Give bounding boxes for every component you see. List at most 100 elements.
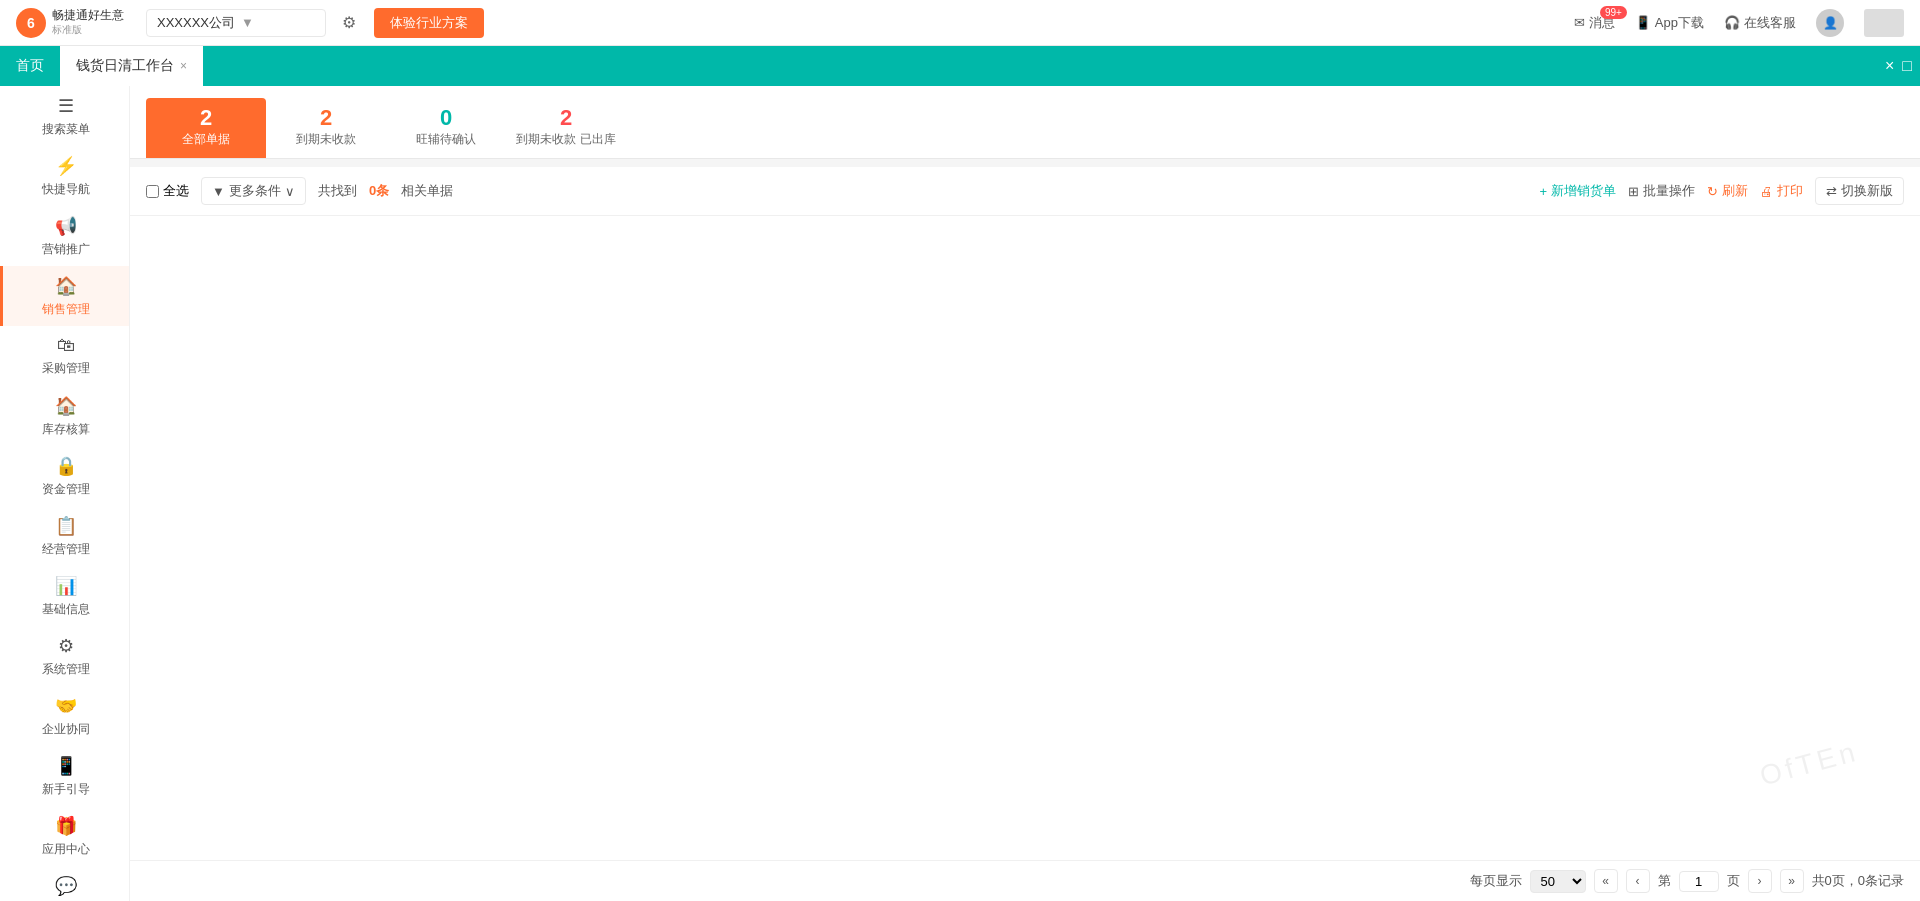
wechat-icon: 💬 [55,875,77,897]
app-center-icon: 🎁 [55,815,77,837]
new-sale-label: 新增销货单 [1551,182,1616,200]
sidebar-label-guide: 新手引导 [42,781,90,798]
quick-nav-icon: ⚡ [55,155,77,177]
maximize-icon[interactable]: □ [1902,57,1912,75]
sidebar-item-wechat[interactable]: 💬 企业微信 [0,866,129,901]
sidebar-label-sales: 销售管理 [42,301,90,318]
stat-tab-pending[interactable]: 0 旺辅待确认 [386,98,506,158]
sidebar-label-app-center: 应用中心 [42,841,90,858]
print-button[interactable]: 🖨 打印 [1760,182,1803,200]
select-all-input[interactable] [146,185,159,198]
logo-sub: 标准版 [52,23,124,37]
sidebar-item-quick-nav[interactable]: ⚡ 快捷导航 [0,146,129,206]
company-name: XXXXXX公司 [157,14,235,32]
sidebar-item-operations[interactable]: 📋 经营管理 [0,506,129,566]
sales-icon: 🏠 [55,275,77,297]
sidebar-item-marketing[interactable]: 📢 营销推广 [0,206,129,266]
select-all-checkbox[interactable]: 全选 [146,182,189,200]
first-page-button[interactable]: « [1594,869,1618,893]
found-suffix: 相关单据 [401,182,453,200]
batch-label: 批量操作 [1643,182,1695,200]
sidebar-label-inventory: 库存核算 [42,421,90,438]
page-input[interactable] [1679,871,1719,892]
filter-arrow-icon: ∨ [285,184,295,199]
search-menu-icon: ☰ [58,95,74,117]
marketing-icon: 📢 [55,215,77,237]
company-selector[interactable]: XXXXXX公司 ▼ [146,9,326,37]
top-right-area: ✉ 消息 99+ 📱 App下载 🎧 在线客服 👤 [1574,9,1904,37]
messages-button[interactable]: ✉ 消息 99+ [1574,14,1615,32]
sidebar-item-app-center[interactable]: 🎁 应用中心 [0,806,129,866]
close-tab-icon[interactable]: × [180,59,187,73]
filter-button[interactable]: ▼ 更多条件 ∨ [201,177,306,205]
print-icon: 🖨 [1760,184,1773,199]
tab-label: 钱货日清工作台 [76,57,174,75]
top-bar: 6 畅捷通好生意 标准版 XXXXXX公司 ▼ ⚙ 体验行业方案 ✉ 消息 99… [0,0,1920,46]
app-download-button[interactable]: 📱 App下载 [1635,14,1704,32]
stat-number-pending: 0 [440,105,452,131]
prev-page-button[interactable]: ‹ [1626,869,1650,893]
found-count: 0条 [369,182,389,200]
download-icon: 📱 [1635,15,1651,30]
first-page-icon: « [1602,874,1609,888]
tab-home[interactable]: 首页 [0,46,60,86]
switch-version-button[interactable]: ⇄ 切换新版 [1815,177,1904,205]
online-service-label: 在线客服 [1744,14,1796,32]
experience-button[interactable]: 体验行业方案 [374,8,484,38]
stat-tab-overdue[interactable]: 2 到期未收款 [266,98,386,158]
total-text: 共0页，0条记录 [1812,872,1904,890]
system-icon: ⚙ [58,635,74,657]
sidebar-item-purchase[interactable]: 🛍 采购管理 [0,326,129,386]
last-page-button[interactable]: » [1780,869,1804,893]
headset-icon: 🎧 [1724,15,1740,30]
sidebar-label-finance: 资金管理 [42,481,90,498]
page-suffix: 页 [1727,872,1740,890]
tab-work-bench[interactable]: 钱货日清工作台 × [60,46,203,86]
refresh-button[interactable]: ↻ 刷新 [1707,182,1748,200]
stat-label-overdue-shipped: 到期未收款 已出库 [516,131,615,148]
sidebar-item-search-menu[interactable]: ☰ 搜索菜单 [0,86,129,146]
prev-page-icon: ‹ [1636,874,1640,888]
avatar[interactable]: 👤 [1816,9,1844,37]
filter-label: 更多条件 [229,182,281,200]
toolbar-right: + 新增销货单 ⊞ 批量操作 ↻ 刷新 🖨 打印 ⇄ 切换新版 [1539,177,1904,205]
new-sale-button[interactable]: + 新增销货单 [1539,182,1616,200]
sidebar-label-quick-nav: 快捷导航 [42,181,90,198]
sidebar-label-purchase: 采购管理 [42,360,90,377]
per-page-label: 每页显示 [1470,872,1522,890]
next-page-icon: › [1758,874,1762,888]
sidebar-item-system[interactable]: ⚙ 系统管理 [0,626,129,686]
logo-icon: 6 [16,8,46,38]
switch-label: 切换新版 [1841,182,1893,200]
dropdown-arrow-icon: ▼ [241,15,254,30]
sidebar-item-basic-info[interactable]: 📊 基础信息 [0,566,129,626]
switch-icon: ⇄ [1826,184,1837,199]
per-page-select[interactable]: 50 100 200 [1530,870,1586,893]
page-label: 第 [1658,872,1671,890]
sidebar-item-finance[interactable]: 🔒 资金管理 [0,446,129,506]
minimize-icon[interactable]: × [1885,57,1894,75]
settings-button[interactable]: ⚙ [334,8,364,38]
stat-tab-all[interactable]: 2 全部单据 [146,98,266,158]
avatar-icon: 👤 [1823,16,1838,30]
next-page-button[interactable]: › [1748,869,1772,893]
sidebar-item-cooperation[interactable]: 🤝 企业协同 [0,686,129,746]
basic-info-icon: 📊 [55,575,77,597]
sidebar: ☰ 搜索菜单 ⚡ 快捷导航 📢 营销推广 🏠 销售管理 🛍 采购管理 🏠 库存核… [0,86,130,901]
main-layout: ☰ 搜索菜单 ⚡ 快捷导航 📢 营销推广 🏠 销售管理 🛍 采购管理 🏠 库存核… [0,86,1920,901]
gear-icon: ⚙ [342,13,356,32]
user-menu[interactable] [1864,9,1904,37]
stat-number-all: 2 [200,105,212,131]
stats-tabs: 2 全部单据 2 到期未收款 0 旺辅待确认 2 到期未收款 已出库 [130,86,1920,159]
operations-icon: 📋 [55,515,77,537]
batch-button[interactable]: ⊞ 批量操作 [1628,182,1695,200]
stat-tab-overdue-shipped[interactable]: 2 到期未收款 已出库 [506,98,626,158]
content-area: 2 全部单据 2 到期未收款 0 旺辅待确认 2 到期未收款 已出库 全选 [130,86,1920,901]
sidebar-label-basic-info: 基础信息 [42,601,90,618]
online-service-button[interactable]: 🎧 在线客服 [1724,14,1796,32]
stat-label-pending: 旺辅待确认 [416,131,476,148]
sidebar-item-inventory[interactable]: 🏠 库存核算 [0,386,129,446]
sidebar-item-sales[interactable]: 🏠 销售管理 [0,266,129,326]
finance-icon: 🔒 [55,455,77,477]
sidebar-item-guide[interactable]: 📱 新手引导 [0,746,129,806]
